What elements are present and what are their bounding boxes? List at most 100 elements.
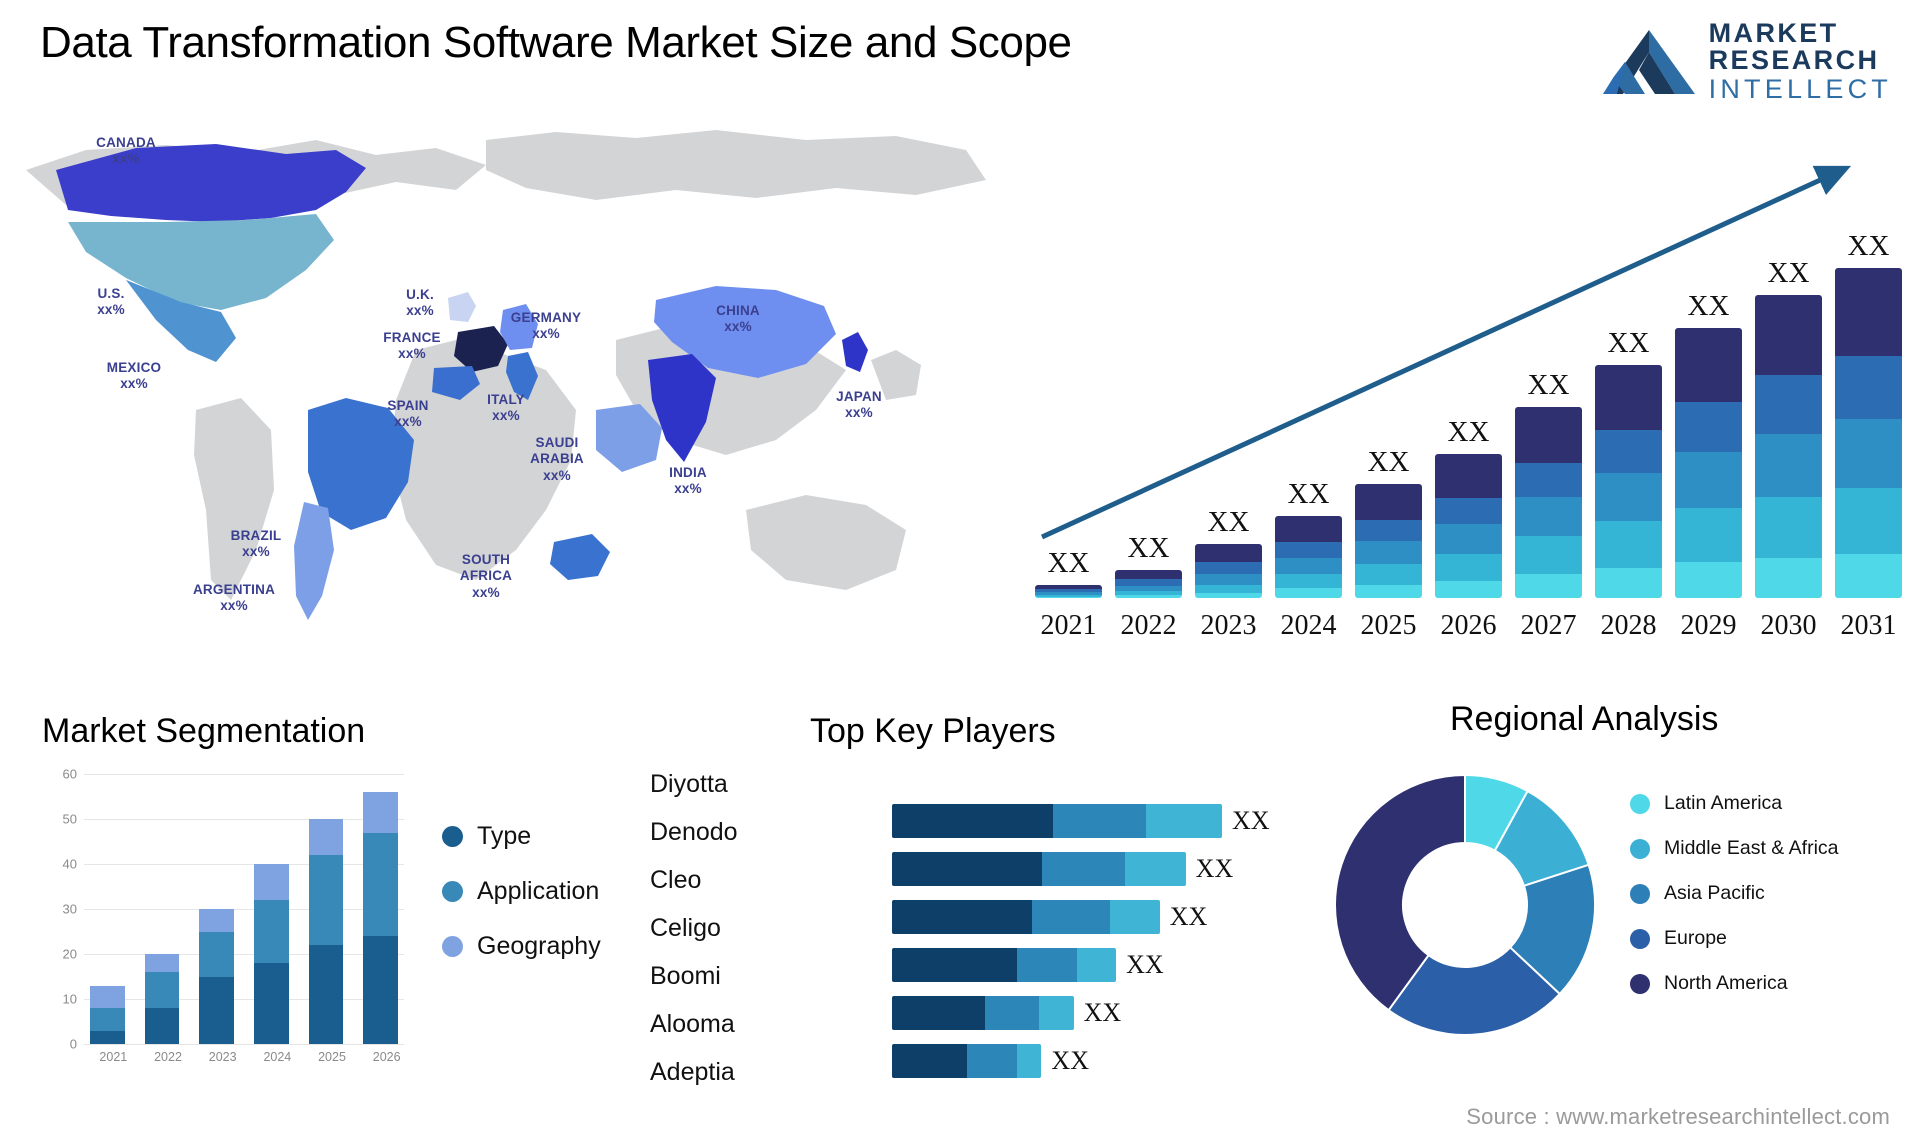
growth-x-tick: 2024 xyxy=(1280,610,1337,641)
player-bar-segment xyxy=(1146,804,1222,838)
player-bar-segment xyxy=(1016,948,1077,982)
growth-bar-segment xyxy=(1755,294,1822,376)
player-stacked-bar xyxy=(892,948,1117,982)
segmentation-bar-segment xyxy=(144,972,180,1008)
growth-bar-segment xyxy=(1355,519,1422,542)
growth-bar-segment xyxy=(1675,452,1742,508)
map-label-u-k: U.K. xx% xyxy=(406,287,434,319)
segmentation-bars xyxy=(84,774,404,1044)
segmentation-y-tick: 10 xyxy=(62,991,77,1007)
growth-bar-value: XX xyxy=(1127,532,1170,565)
growth-bar-segment xyxy=(1435,581,1502,598)
growth-bar-segment xyxy=(1435,524,1502,554)
segmentation-plot: 0 10 20 30 40 50 60 xyxy=(63,767,404,1052)
map-label-india: INDIA xx% xyxy=(669,465,707,497)
growth-bars: XX XX XX XX XX XX XX XX XX XX XX xyxy=(1035,230,1902,598)
map-country-uk xyxy=(448,292,476,322)
growth-bar-value: XX xyxy=(1607,326,1650,359)
player-bar-segment xyxy=(1076,948,1117,982)
player-stacked-bar xyxy=(892,900,1160,934)
player-bar-segment xyxy=(1125,852,1186,886)
player-bar-value: XX xyxy=(1232,806,1270,835)
growth-x-tick: 2023 xyxy=(1200,610,1257,641)
map-label-south-africa: SOUTH AFRICA xx% xyxy=(459,552,513,600)
growth-bar-segment xyxy=(1595,364,1662,430)
map-label-china: CHINA xx% xyxy=(716,303,760,335)
player-bar-segment xyxy=(1109,900,1160,934)
growth-x-tick: 2031 xyxy=(1840,610,1897,641)
segmentation-bar-segment xyxy=(144,1008,180,1044)
growth-bar-segment xyxy=(1275,541,1342,558)
growth-bar-segment xyxy=(1835,488,1902,555)
growth-bar-segment xyxy=(1275,573,1342,589)
segmentation-bar-segment xyxy=(363,792,399,833)
growth-bar-value: XX xyxy=(1687,289,1730,322)
top-key-players-panel: Top Key Players Diyotta Denodo Cleo Celigo B… xyxy=(650,712,1310,1122)
segmentation-gridline: 0 xyxy=(70,1037,404,1052)
segmentation-bar xyxy=(308,819,344,1044)
growth-bar-segment xyxy=(1355,563,1422,585)
growth-bar-segment xyxy=(1595,521,1662,568)
infographic-root: Data Transformation Software Market Size… xyxy=(0,0,1920,1146)
player-bar-segment xyxy=(892,900,1033,934)
growth-bar-column: XX xyxy=(1675,290,1742,598)
player-bar-row: XX xyxy=(892,1044,1310,1078)
segmentation-bar xyxy=(90,985,125,1044)
regional-analysis-panel: Regional Analysis Latin America Middle Ea… xyxy=(1330,700,1910,1120)
legend-label: Type xyxy=(477,822,532,850)
growth-bar-segment xyxy=(1595,473,1662,522)
map-label-canada: CANADA xx% xyxy=(96,135,156,167)
player-bar-segment xyxy=(1016,1044,1042,1078)
player-bar-value: XX xyxy=(1051,1046,1089,1075)
player-bar-row: XX xyxy=(892,852,1310,886)
map-label-brazil: BRAZIL xx% xyxy=(230,528,282,560)
growth-stacked-bar xyxy=(1195,543,1262,598)
growth-x-tick: 2022 xyxy=(1120,610,1177,641)
segmentation-bar-segment xyxy=(308,945,344,1044)
player-name: Cleo xyxy=(650,865,702,894)
page-title: Data Transformation Software Market Size… xyxy=(40,18,1072,67)
growth-bar-segment xyxy=(1115,579,1182,587)
growth-bar-segment xyxy=(1275,588,1342,598)
growth-bar-segment xyxy=(1435,497,1502,525)
player-bar-row: XX xyxy=(892,804,1310,838)
map-label-japan: JAPAN xx% xyxy=(836,389,882,421)
segmentation-x-axis: 2021 2022 2023 2024 2025 2026 xyxy=(90,1050,410,1064)
segmentation-bar-segment xyxy=(90,985,125,1008)
growth-bar-value: XX xyxy=(1207,505,1250,538)
segmentation-bar-segment xyxy=(308,819,344,855)
players-name-list: Diyotta Denodo Cleo Celigo Boomi Alooma Adepti… xyxy=(650,760,738,1096)
growth-bar-value: XX xyxy=(1367,446,1410,479)
segmentation-legend: Type Application Geography xyxy=(442,822,601,961)
growth-x-tick: 2025 xyxy=(1360,610,1417,641)
growth-stacked-bar xyxy=(1275,515,1342,598)
growth-bar-column: XX xyxy=(1275,478,1342,598)
regional-donut-chart xyxy=(1334,773,1596,1036)
growth-bar-column: XX xyxy=(1515,369,1582,598)
segmentation-legend-item: Geography xyxy=(442,932,601,961)
segmentation-bar-segment xyxy=(144,954,180,972)
growth-stacked-bar xyxy=(1035,584,1102,598)
regional-legend-item: Europe xyxy=(1630,927,1839,950)
segmentation-bar-segment xyxy=(254,864,289,900)
player-bar-segment xyxy=(985,996,1040,1030)
player-stacked-bar xyxy=(892,852,1186,886)
growth-bar-column: XX xyxy=(1835,230,1902,598)
segmentation-y-tick: 50 xyxy=(62,811,77,827)
growth-bar-column: XX xyxy=(1595,327,1662,598)
legend-label: Asia Pacific xyxy=(1664,882,1765,904)
growth-bar-column: XX xyxy=(1035,547,1102,598)
growth-bar-segment xyxy=(1195,543,1262,563)
legend-color-dot xyxy=(1630,973,1650,994)
growth-bar-segment xyxy=(1355,484,1422,520)
growth-bar-segment xyxy=(1595,429,1662,474)
growth-bar-segment xyxy=(1755,497,1822,559)
segmentation-x-tick: 2024 xyxy=(263,1050,292,1064)
player-name: Alooma xyxy=(650,1009,735,1038)
growth-bar-column: XX xyxy=(1435,416,1502,598)
legend-label: Latin America xyxy=(1664,792,1783,814)
market-growth-chart: XX XX XX XX XX XX XX XX XX XX XX 2021 2022 2023 2024 2… xyxy=(1010,140,1910,660)
logo-line-intellect: INTELLECT xyxy=(1708,74,1892,104)
growth-bar-segment xyxy=(1195,592,1262,598)
growth-bar-segment xyxy=(1595,567,1662,598)
